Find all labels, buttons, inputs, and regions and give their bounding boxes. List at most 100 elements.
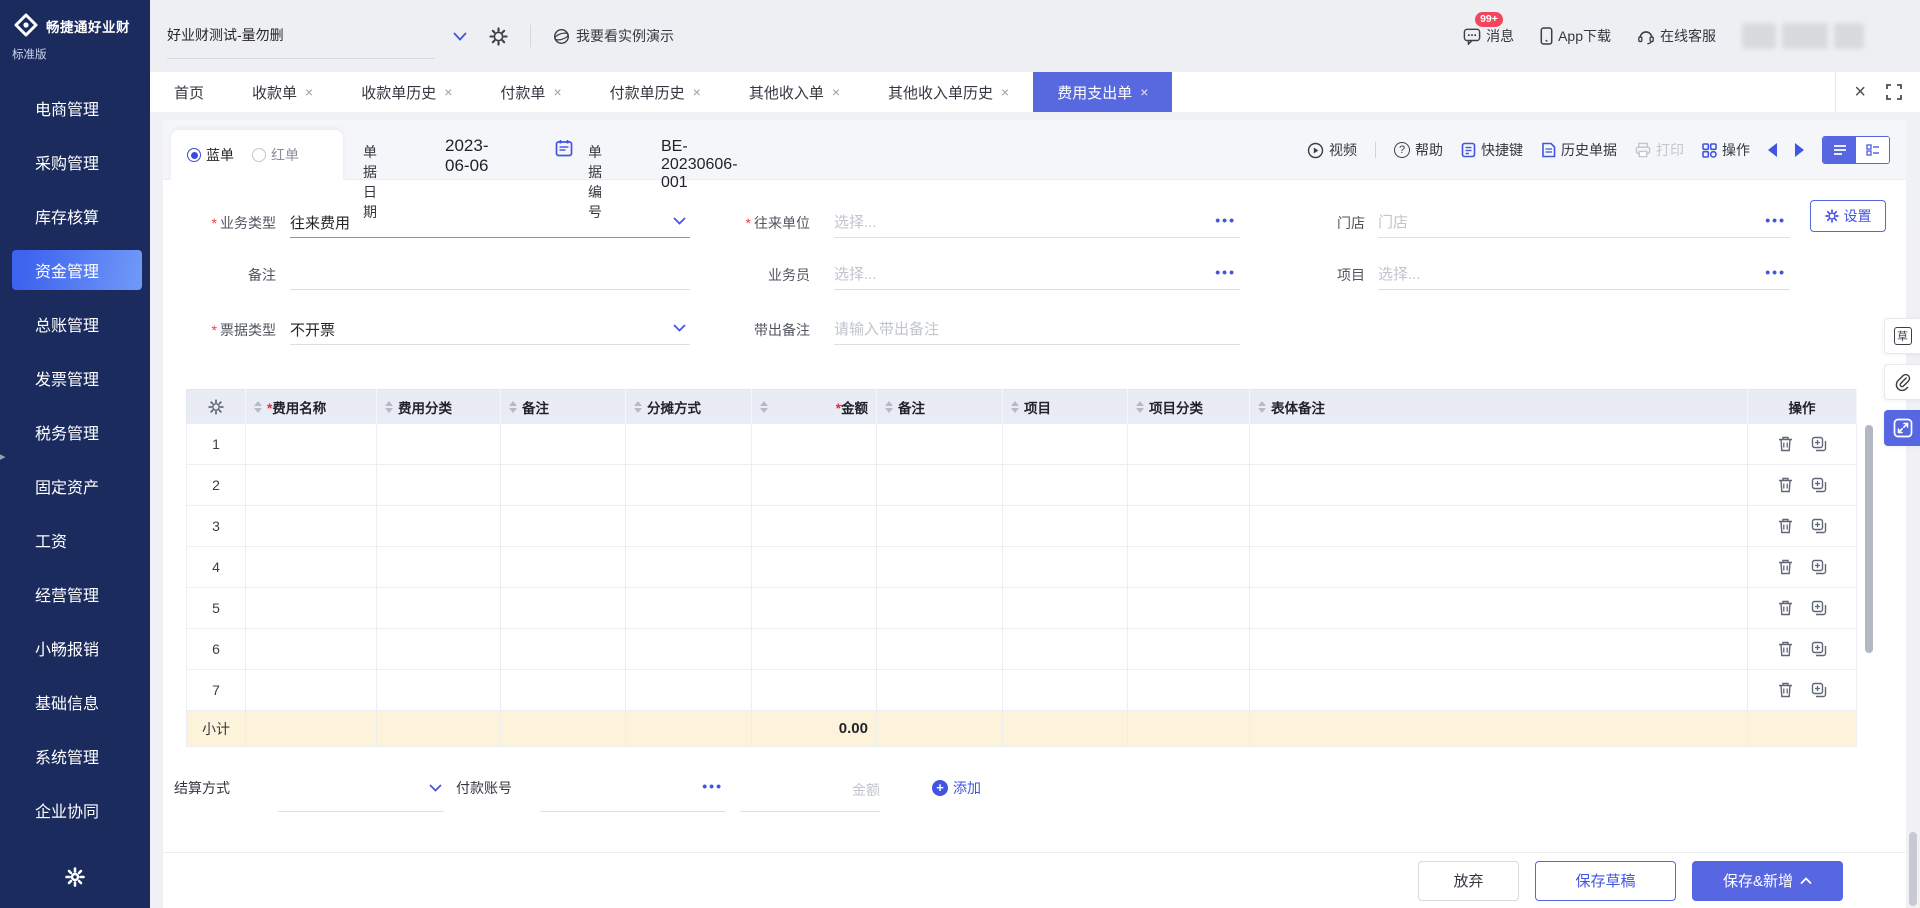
sidebar-item-fixed-assets[interactable]: 固定资产: [0, 459, 150, 513]
draft-box-button[interactable]: 草: [1884, 318, 1920, 354]
grid-cell[interactable]: [376, 505, 501, 547]
tab-payment[interactable]: 付款单 ×: [476, 72, 585, 112]
help-button[interactable]: ? 帮助: [1394, 140, 1443, 160]
attachment-button[interactable]: [1884, 364, 1920, 400]
tab-receipt-history[interactable]: 收款单历史 ×: [337, 72, 476, 112]
grid-cell[interactable]: [876, 423, 1003, 465]
grid-cell[interactable]: [376, 423, 501, 465]
store-ellipsis-button[interactable]: •••: [1765, 212, 1786, 228]
salesman-input[interactable]: [834, 260, 1240, 289]
settle-method-input[interactable]: [278, 768, 444, 811]
delete-row-icon[interactable]: [1778, 477, 1793, 493]
partner-input[interactable]: [834, 208, 1240, 237]
demo-link[interactable]: 我要看实例演示: [553, 26, 674, 46]
delete-row-icon[interactable]: [1778, 641, 1793, 657]
remark-field[interactable]: [290, 260, 690, 290]
pay-amount-field[interactable]: [740, 768, 880, 812]
grid-cell[interactable]: [500, 546, 626, 588]
grid-cell[interactable]: [876, 628, 1003, 670]
biztype-input[interactable]: [290, 208, 690, 237]
actions-button[interactable]: 操作: [1702, 140, 1750, 160]
grid-cell[interactable]: [625, 423, 752, 465]
grid-cell[interactable]: [1127, 587, 1250, 629]
copy-row-icon[interactable]: [1811, 477, 1827, 493]
next-doc-arrow-icon[interactable]: [1795, 143, 1804, 157]
grid-cell[interactable]: [751, 587, 877, 629]
app-download-button[interactable]: App下载: [1540, 26, 1611, 46]
outremark-field[interactable]: [834, 315, 1240, 345]
project-ellipsis-button[interactable]: •••: [1765, 264, 1786, 280]
header-allocation[interactable]: 分摊方式: [625, 389, 752, 424]
grid-cell[interactable]: [376, 587, 501, 629]
red-doc-radio[interactable]: 红单: [252, 145, 299, 165]
sort-icon[interactable]: [634, 400, 642, 413]
delete-row-icon[interactable]: [1778, 518, 1793, 534]
salesman-ellipsis-button[interactable]: •••: [1215, 264, 1236, 280]
print-button[interactable]: 打印: [1635, 140, 1684, 160]
grid-cell[interactable]: [751, 546, 877, 588]
grid-cell[interactable]: [1002, 505, 1128, 547]
partner-ellipsis-button[interactable]: •••: [1215, 212, 1236, 228]
grid-cell[interactable]: [625, 505, 752, 547]
header-remark[interactable]: 备注: [500, 389, 626, 424]
tab-other-income-history[interactable]: 其他收入单历史 ×: [864, 72, 1033, 112]
sort-icon[interactable]: [509, 400, 517, 413]
grid-cell[interactable]: [1002, 669, 1128, 711]
grid-cell[interactable]: [625, 464, 752, 506]
calendar-icon[interactable]: [555, 139, 573, 157]
grid-cell[interactable]: [500, 464, 626, 506]
shortcut-keys-button[interactable]: 快捷键: [1461, 140, 1523, 160]
pay-account-picker[interactable]: •••: [540, 768, 725, 812]
sidebar-settings-gear-icon[interactable]: [0, 867, 150, 892]
tab-close-icon[interactable]: ×: [1140, 84, 1148, 100]
grid-cell[interactable]: [1249, 587, 1748, 629]
copy-row-icon[interactable]: [1811, 559, 1827, 575]
settings-button[interactable]: 设置: [1810, 200, 1886, 232]
video-button[interactable]: 视频: [1307, 140, 1357, 160]
copy-row-icon[interactable]: [1811, 518, 1827, 534]
grid-cell[interactable]: [876, 669, 1003, 711]
grid-cell[interactable]: [1127, 628, 1250, 670]
prev-doc-arrow-icon[interactable]: [1768, 143, 1777, 157]
outremark-input[interactable]: [834, 315, 1240, 344]
grid-cell[interactable]: [751, 628, 877, 670]
grid-cell[interactable]: [1249, 628, 1748, 670]
sidebar-collapse-handle[interactable]: ▸: [0, 446, 10, 468]
delete-row-icon[interactable]: [1778, 682, 1793, 698]
messages-button[interactable]: 99+ 消息: [1463, 12, 1514, 46]
grid-cell[interactable]: [500, 587, 626, 629]
grid-cell[interactable]: [751, 669, 877, 711]
biztype-select[interactable]: [290, 208, 690, 238]
grid-cell[interactable]: [625, 587, 752, 629]
sort-icon[interactable]: [760, 400, 768, 413]
sort-icon[interactable]: [1011, 400, 1019, 413]
header-amount[interactable]: *金额: [751, 389, 877, 424]
grid-cell[interactable]: [376, 464, 501, 506]
header-remark2[interactable]: 备注: [876, 389, 1003, 424]
invoice-type-select[interactable]: [290, 315, 690, 345]
chevron-down-icon[interactable]: [673, 217, 686, 225]
sidebar-item-inventory[interactable]: 库存核算: [0, 189, 150, 243]
doc-date-value[interactable]: 2023-06-06: [445, 136, 488, 176]
sidebar-item-ledger[interactable]: 总账管理: [0, 297, 150, 351]
copy-row-icon[interactable]: [1811, 641, 1827, 657]
grid-cell[interactable]: [1249, 669, 1748, 711]
sidebar-item-system[interactable]: 系统管理: [0, 729, 150, 783]
header-expense-category[interactable]: 费用分类: [376, 389, 501, 424]
delete-row-icon[interactable]: [1778, 600, 1793, 616]
invoice-type-input[interactable]: [290, 315, 690, 344]
sidebar-item-expense-claim[interactable]: 小畅报销: [0, 621, 150, 675]
copy-row-icon[interactable]: [1811, 436, 1827, 452]
grid-cell[interactable]: [245, 546, 377, 588]
grid-settings-header[interactable]: [186, 389, 246, 424]
workspace-gear-icon[interactable]: [489, 26, 508, 46]
sidebar-item-basic-info[interactable]: 基础信息: [0, 675, 150, 729]
grid-cell[interactable]: [625, 628, 752, 670]
grid-cell[interactable]: [245, 505, 377, 547]
sidebar-item-funds[interactable]: 资金管理: [0, 243, 150, 297]
tab-other-income[interactable]: 其他收入单 ×: [725, 72, 864, 112]
grid-cell[interactable]: [245, 423, 377, 465]
grid-cell[interactable]: [751, 505, 877, 547]
tab-close-icon[interactable]: ×: [305, 84, 313, 100]
sidebar-item-collaboration[interactable]: 企业协同: [0, 783, 150, 837]
